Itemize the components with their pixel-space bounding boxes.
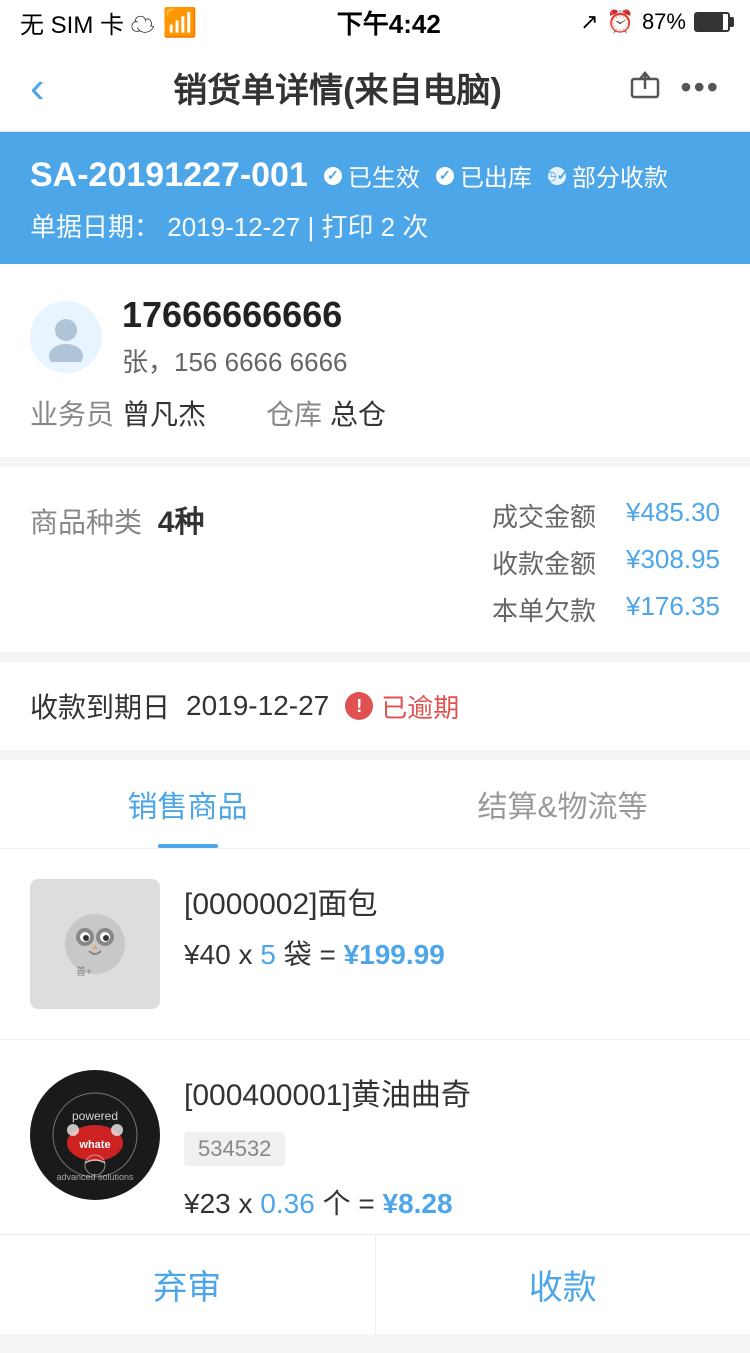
product-type: 商品种类 4种 [30,497,204,541]
collected-item: 收款金额 ¥308.95 [492,544,720,581]
location-icon: ↗ [580,9,598,35]
product-info-2: [000400001]黄油曲奇 534532 ¥23 x 0.36 个 = ¥8… [184,1070,720,1222]
batch-tag-2: 534532 [184,1132,285,1166]
order-date-label: 单据日期： [30,212,160,242]
nav-bar: ‹ 销货单详情(来自电脑) ••• [0,44,750,132]
due-label: 收款到期日 [30,686,170,726]
product-list: 善+ [0000002]面包 ¥40 x 5 袋 = ¥199.99 power… [0,849,750,1253]
product-eq-2: = [358,1188,382,1219]
product-type-label: 商品种类 [30,507,142,538]
product-price-2: ¥23 x 0.36 个 = ¥8.28 [184,1182,720,1222]
wifi-icon: 📶 [163,6,198,39]
battery-icon [694,12,730,32]
owed-label: 本单欠款 [492,591,596,628]
warehouse-value: 总仓 [330,393,386,433]
order-date-value: 2019-12-27 [167,212,300,242]
avatar [30,301,102,373]
partial-icon: ◷ [548,167,566,185]
owed-value: ¥176.35 [626,591,720,628]
tab-sales-products-label: 销售商品 [128,782,248,826]
salesperson-value: 曾凡杰 [122,393,206,433]
due-section: 收款到期日 2019-12-27 ! 已逾期 [0,662,750,760]
print-info: | 打印 2 次 [307,212,428,242]
order-date-row: 单据日期： 2019-12-27 | 打印 2 次 [30,207,720,244]
customer-sub: 张，156 6666 6666 [122,342,348,379]
product-eq-1: = [319,939,343,970]
product-price-x-1: x [239,939,261,970]
status-bar: 无 SIM 卡 ☁ 📶 下午4:42 ↗ ⏰ 87% [0,0,750,44]
svg-text:善+: 善+ [76,965,92,978]
status-time: 下午4:42 [337,4,441,41]
svg-text:advanced solutions: advanced solutions [56,1172,134,1182]
battery-label: 87% [642,9,686,35]
product-price-1: ¥40 x 5 袋 = ¥199.99 [184,933,720,973]
status-right: ↗ ⏰ 87% [580,9,730,35]
product-total-1: ¥199.99 [344,939,445,970]
salesperson-label: 业务员 [30,393,114,433]
product-thumb-1: 善+ [30,879,160,1009]
order-id: SA-20191227-001 [30,156,308,195]
nav-title: 销货单详情(来自电脑) [173,63,502,112]
tab-sales-products[interactable]: 销售商品 [0,760,375,848]
amount-label: 成交金额 [492,497,596,534]
product-qty-2: 0.36 [260,1188,315,1219]
stats-row: 商品种类 4种 成交金额 ¥485.30 收款金额 ¥308.95 本单欠款 ¥… [30,497,720,628]
collect-payment-button[interactable]: 收款 [376,1235,750,1334]
product-qty-1: 5 [260,939,276,970]
product-code-2: [000400001]黄油曲奇 [184,1070,720,1114]
collected-label: 收款金额 [492,544,596,581]
status-tag-partial: ◷ 部分收款 [548,158,668,193]
svg-text:powered: powered [72,1109,118,1123]
product-unit-1: 袋 [284,939,312,970]
order-header: SA-20191227-001 已生效 已出库 ◷ 部分收款 单据日期： 201… [0,132,750,264]
customer-name: 17666666666 [122,294,348,336]
product-code-1: [0000002]面包 [184,879,720,923]
shipped-icon [436,167,454,185]
product-type-value: 4种 [158,506,205,539]
warehouse-label: 仓库 [266,393,322,433]
cancel-review-button[interactable]: 弃审 [0,1235,376,1334]
status-tag-effective: 已生效 [324,158,420,193]
customer-section: 17666666666 张，156 6666 6666 业务员 曾凡杰 仓库 总… [0,264,750,467]
salesperson-item: 业务员 曾凡杰 [30,393,206,433]
product-thumb-2: powered whate advanced solutions [30,1070,160,1200]
alarm-icon: ⏰ [607,9,634,35]
warehouse-item: 仓库 总仓 [266,393,386,433]
tab-settlement[interactable]: 结算&物流等 [375,760,750,848]
owed-item: 本单欠款 ¥176.35 [492,591,720,628]
product-unit-2: 个 [323,1188,351,1219]
sim-label: 无 SIM 卡 ☁ [20,5,155,40]
product-price-x-2: x [239,1188,261,1219]
product-item-1: 善+ [0000002]面包 ¥40 x 5 袋 = ¥199.99 [0,849,750,1040]
collected-value: ¥308.95 [626,544,720,581]
status-tag-shipped: 已出库 [436,158,532,193]
nav-actions: ••• [630,69,720,107]
customer-meta: 业务员 曾凡杰 仓库 总仓 [30,393,720,433]
due-value: 2019-12-27 [186,690,329,722]
bottom-bar: 弃审 收款 [0,1234,750,1334]
order-id-row: SA-20191227-001 已生效 已出库 ◷ 部分收款 [30,156,720,195]
product-item-2: powered whate advanced solutions [000400… [0,1040,750,1253]
tab-bar: 销售商品 结算&物流等 [0,760,750,849]
overdue-text: 已逾期 [381,688,459,725]
share-button[interactable] [630,69,660,107]
amount-item: 成交金额 ¥485.30 [492,497,720,534]
product-total-2: ¥8.28 [383,1188,453,1219]
product-price-value-1: ¥40 [184,939,231,970]
tab-settlement-label: 结算&物流等 [477,782,647,826]
svg-text:whate: whate [78,1139,110,1151]
stats-right: 成交金额 ¥485.30 收款金额 ¥308.95 本单欠款 ¥176.35 [492,497,720,628]
more-button[interactable]: ••• [680,69,720,106]
stats-section: 商品种类 4种 成交金额 ¥485.30 收款金额 ¥308.95 本单欠款 ¥… [0,467,750,662]
overdue-badge: ! 已逾期 [345,688,459,725]
effective-icon [324,167,342,185]
customer-row: 17666666666 张，156 6666 6666 [30,294,720,379]
amount-value: ¥485.30 [626,497,720,534]
customer-info: 17666666666 张，156 6666 6666 [122,294,348,379]
back-button[interactable]: ‹ [30,66,45,110]
status-left: 无 SIM 卡 ☁ 📶 [20,5,198,40]
overdue-icon: ! [345,692,373,720]
product-info-1: [0000002]面包 ¥40 x 5 袋 = ¥199.99 [184,879,720,973]
product-price-value-2: ¥23 [184,1188,231,1219]
